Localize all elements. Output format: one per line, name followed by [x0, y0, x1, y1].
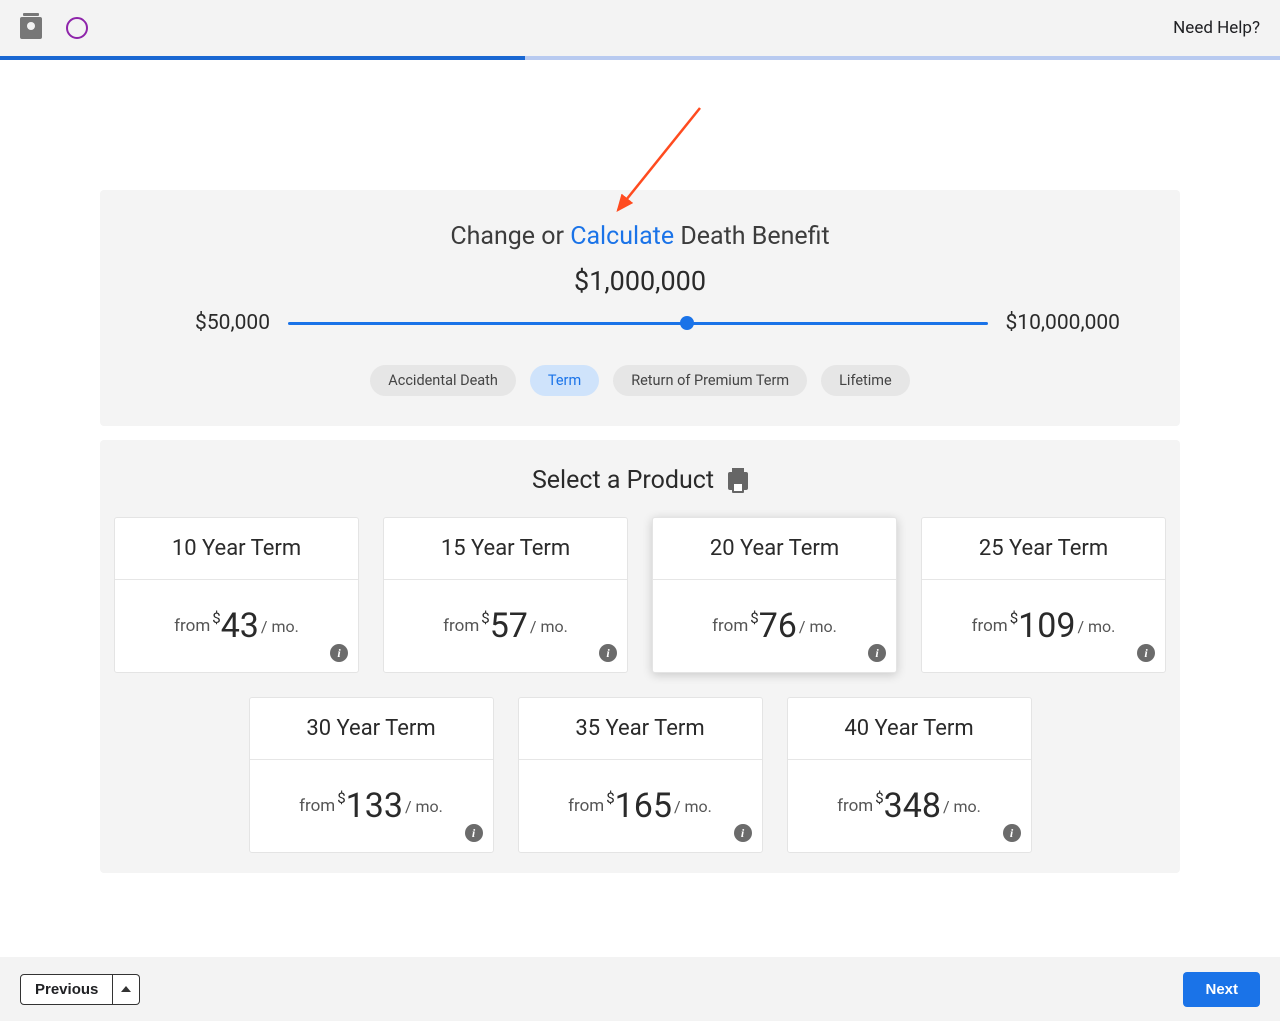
- panel-title: Change or Calculate Death Benefit: [160, 222, 1120, 251]
- product-card-title: 10 Year Term: [115, 518, 358, 580]
- product-type-pills: Accidental Death Term Return of Premium Te…: [160, 365, 1120, 396]
- pill-term[interactable]: Term: [530, 365, 599, 396]
- top-bar: Need Help?: [0, 0, 1280, 56]
- benefit-slider[interactable]: [288, 322, 988, 325]
- info-icon[interactable]: i: [734, 824, 752, 842]
- product-card-title: 15 Year Term: [384, 518, 627, 580]
- title-suffix: Death Benefit: [674, 222, 830, 251]
- product-card-title: 25 Year Term: [922, 518, 1165, 580]
- next-button[interactable]: Next: [1183, 972, 1260, 1007]
- select-product-panel: Select a Product 10 Year Termfrom$43/ mo…: [100, 440, 1180, 873]
- currency-symbol: $: [337, 789, 345, 807]
- print-icon[interactable]: [728, 472, 748, 490]
- info-icon[interactable]: i: [330, 644, 348, 662]
- info-icon[interactable]: i: [599, 644, 617, 662]
- pill-lifetime[interactable]: Lifetime: [821, 365, 910, 396]
- product-card-body: from$57/ mo.: [384, 580, 627, 672]
- previous-button-group: Previous: [20, 974, 140, 1005]
- product-card[interactable]: 40 Year Termfrom$348/ mo.i: [787, 697, 1032, 853]
- info-icon[interactable]: i: [868, 644, 886, 662]
- currency-symbol: $: [875, 789, 883, 807]
- product-card-title: 40 Year Term: [788, 698, 1031, 760]
- per-month-label: / mo.: [530, 617, 568, 636]
- from-label: from: [568, 796, 604, 816]
- price-amount: 109: [1018, 606, 1075, 646]
- from-label: from: [837, 796, 873, 816]
- per-month-label: / mo.: [674, 797, 712, 816]
- product-card-body: from$165/ mo.: [519, 760, 762, 852]
- currency-symbol: $: [750, 609, 758, 627]
- price-amount: 133: [346, 786, 403, 826]
- slider-max-label: $10,000,000: [1006, 311, 1121, 335]
- product-card-title: 35 Year Term: [519, 698, 762, 760]
- product-card[interactable]: 30 Year Termfrom$133/ mo.i: [249, 697, 494, 853]
- night-mode-icon[interactable]: [66, 17, 88, 39]
- info-icon[interactable]: i: [1137, 644, 1155, 662]
- product-cards: 10 Year Termfrom$43/ mo.i15 Year Termfro…: [112, 517, 1168, 853]
- product-card-body: from$348/ mo.: [788, 760, 1031, 852]
- price-amount: 43: [221, 606, 259, 646]
- price-amount: 57: [490, 606, 528, 646]
- currency-symbol: $: [481, 609, 489, 627]
- per-month-label: / mo.: [799, 617, 837, 636]
- product-card[interactable]: 25 Year Termfrom$109/ mo.i: [921, 517, 1166, 673]
- currency-symbol: $: [1010, 609, 1018, 627]
- death-benefit-panel: Change or Calculate Death Benefit $1,000…: [100, 190, 1180, 426]
- from-label: from: [443, 616, 479, 636]
- product-card[interactable]: 10 Year Termfrom$43/ mo.i: [114, 517, 359, 673]
- product-card[interactable]: 35 Year Termfrom$165/ mo.i: [518, 697, 763, 853]
- progress-fill: [0, 56, 525, 60]
- pill-accidental-death[interactable]: Accidental Death: [370, 365, 516, 396]
- product-card[interactable]: 20 Year Termfrom$76/ mo.i: [652, 517, 897, 673]
- profile-card-icon[interactable]: [20, 17, 42, 39]
- from-label: from: [712, 616, 748, 636]
- per-month-label: / mo.: [405, 797, 443, 816]
- product-card-title: 30 Year Term: [250, 698, 493, 760]
- product-card-body: from$43/ mo.: [115, 580, 358, 672]
- help-link[interactable]: Need Help?: [1173, 18, 1260, 38]
- price-amount: 165: [615, 786, 672, 826]
- from-label: from: [299, 796, 335, 816]
- benefit-value: $1,000,000: [160, 265, 1120, 297]
- per-month-label: / mo.: [943, 797, 981, 816]
- previous-button[interactable]: Previous: [20, 974, 113, 1005]
- info-icon[interactable]: i: [465, 824, 483, 842]
- from-label: from: [174, 616, 210, 636]
- product-card[interactable]: 15 Year Termfrom$57/ mo.i: [383, 517, 628, 673]
- price-amount: 348: [884, 786, 941, 826]
- per-month-label: / mo.: [261, 617, 299, 636]
- from-label: from: [972, 616, 1008, 636]
- price-amount: 76: [759, 606, 797, 646]
- info-icon[interactable]: i: [1003, 824, 1021, 842]
- footer-bar: Previous Next: [0, 957, 1280, 1021]
- product-card-body: from$76/ mo.: [653, 580, 896, 672]
- calculate-link[interactable]: Calculate: [570, 222, 674, 251]
- product-card-title: 20 Year Term: [653, 518, 896, 580]
- currency-symbol: $: [212, 609, 220, 627]
- title-prefix: Change or: [450, 222, 570, 251]
- product-card-body: from$133/ mo.: [250, 760, 493, 852]
- progress-bar: [0, 56, 1280, 60]
- pill-return-of-premium-term[interactable]: Return of Premium Term: [613, 365, 807, 396]
- select-product-title: Select a Product: [532, 466, 714, 495]
- slider-thumb[interactable]: [680, 316, 694, 330]
- caret-up-icon: [121, 986, 131, 992]
- slider-min-label: $50,000: [160, 311, 270, 335]
- previous-dropdown[interactable]: [113, 974, 140, 1005]
- per-month-label: / mo.: [1077, 617, 1115, 636]
- product-card-body: from$109/ mo.: [922, 580, 1165, 672]
- currency-symbol: $: [606, 789, 614, 807]
